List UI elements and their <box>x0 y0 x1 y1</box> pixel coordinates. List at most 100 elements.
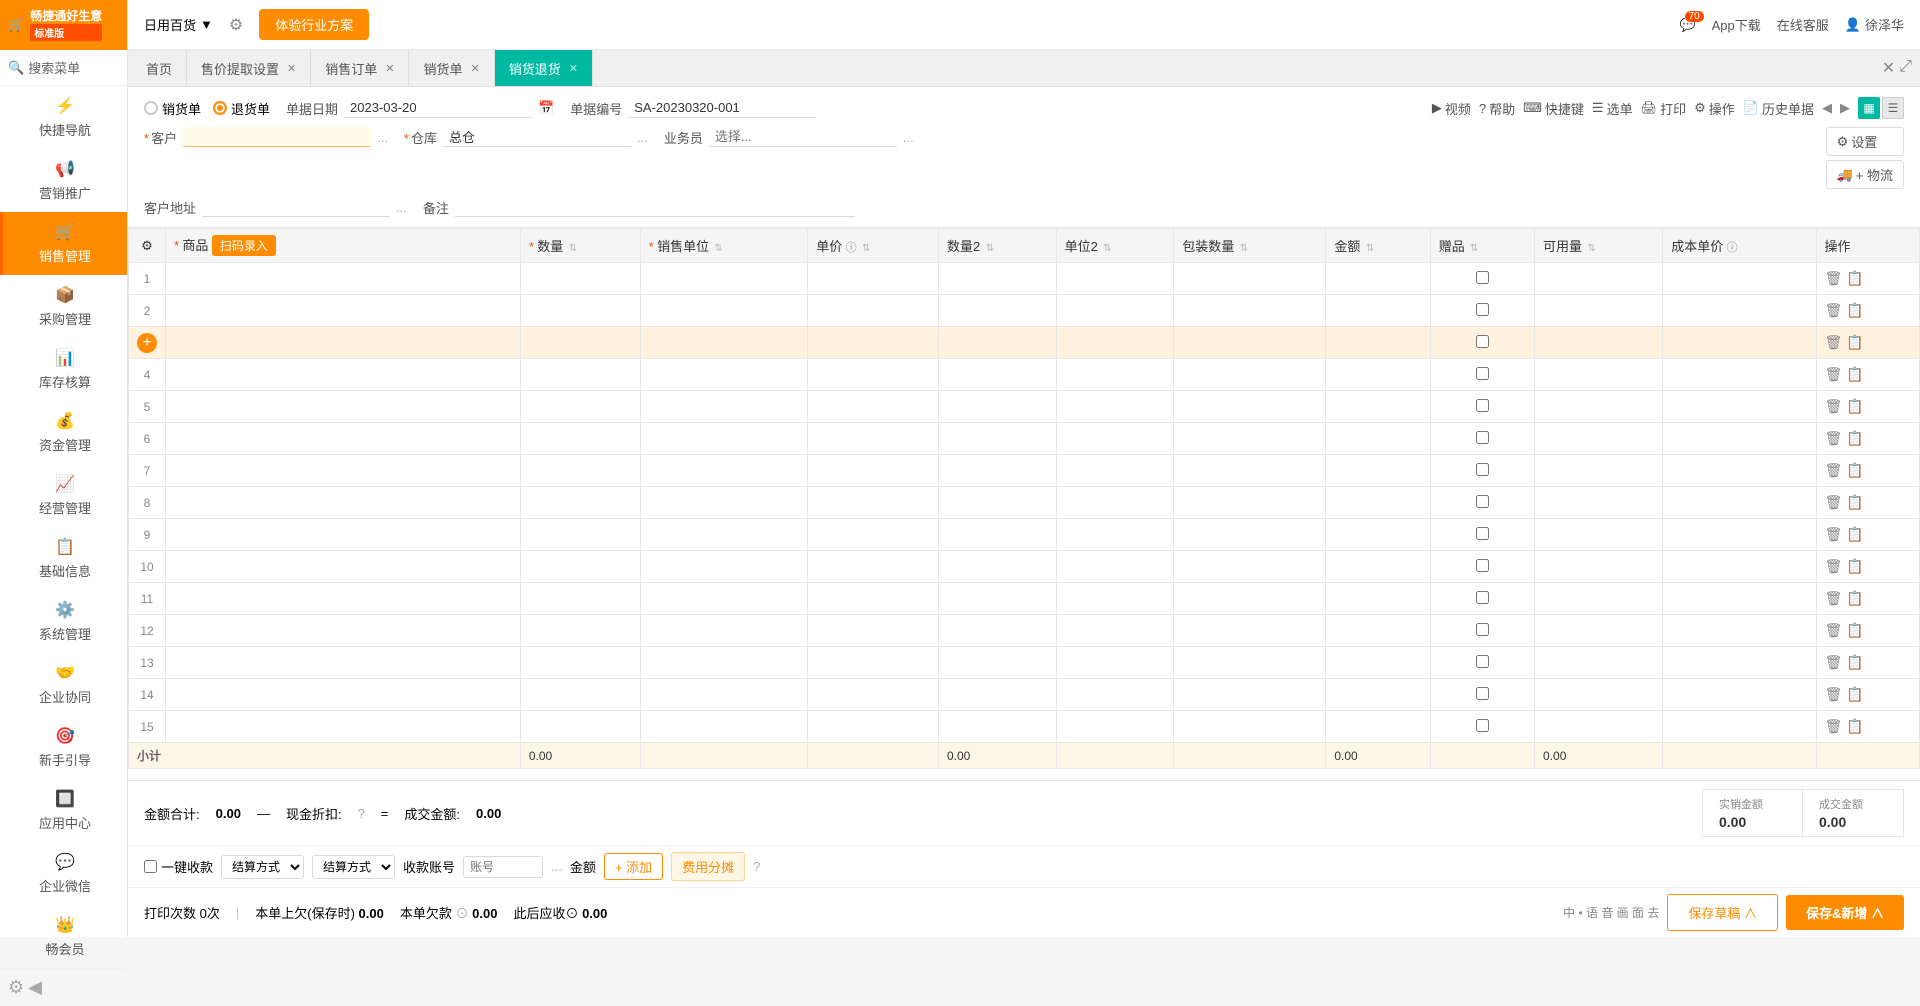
cost-cell[interactable] <box>1663 327 1816 359</box>
sidebar-item-wechat[interactable]: 💬 企业微信 <box>0 842 127 905</box>
sidebar-item-operations[interactable]: 📈 经营管理 <box>0 464 127 527</box>
help-btn[interactable]: ? 帮助 <box>1479 99 1515 118</box>
tab-close-icon[interactable]: ✕ <box>385 62 394 75</box>
settle-method-select[interactable]: 结算方式 <box>221 855 304 879</box>
copy-row-btn[interactable]: 📋 <box>1846 590 1863 607</box>
doc-num-input[interactable] <box>628 98 816 118</box>
price-cell[interactable] <box>808 263 939 295</box>
qty-cell[interactable] <box>520 327 640 359</box>
tab-close-icon[interactable]: ✕ <box>287 62 296 75</box>
add-row-btn[interactable]: + <box>137 333 157 353</box>
nav-selector[interactable]: 日用百货 ▼ <box>144 15 213 34</box>
print-btn[interactable]: 🖨 打印 <box>1641 99 1687 118</box>
copy-row-btn[interactable]: 📋 <box>1846 526 1863 543</box>
delete-row-btn[interactable]: 🗑 <box>1825 654 1843 671</box>
notification-btn[interactable]: 💬 70 <box>1679 17 1695 33</box>
sidebar-item-quick-nav[interactable]: ⚡ 快捷导航 <box>0 86 127 149</box>
sidebar-item-basic[interactable]: 📋 基础信息 <box>0 527 127 590</box>
delete-row-btn[interactable]: 🗑 <box>1825 526 1843 543</box>
gift-checkbox[interactable] <box>1476 271 1489 284</box>
prev-icon[interactable]: ◀ <box>1822 100 1832 116</box>
next-icon[interactable]: ▶ <box>1840 100 1850 116</box>
copy-row-btn[interactable]: 📋 <box>1846 718 1863 735</box>
unit-cell[interactable] <box>640 295 808 327</box>
copy-row-btn[interactable]: 📋 <box>1846 558 1863 575</box>
qty2-cell[interactable] <box>938 263 1056 295</box>
save-new-btn[interactable]: 保存&新增 ∧ <box>1786 895 1904 930</box>
copy-row-btn[interactable]: 📋 <box>1846 366 1863 383</box>
sidebar-item-system[interactable]: ⚙️ 系统管理 <box>0 590 127 653</box>
sidebar-item-enterprise[interactable]: 🤝 企业协同 <box>0 653 127 716</box>
pkg-qty-cell[interactable] <box>1174 327 1326 359</box>
qty2-cell[interactable] <box>938 327 1056 359</box>
available-cell[interactable] <box>1535 327 1663 359</box>
qty-cell[interactable] <box>520 295 640 327</box>
qty2-cell[interactable] <box>938 295 1056 327</box>
unit2-cell[interactable] <box>1056 263 1174 295</box>
settings-icon[interactable]: ⚙ <box>8 977 24 998</box>
delete-row-btn[interactable]: 🗑 <box>1825 430 1843 447</box>
calendar-icon[interactable]: 📅 <box>538 100 554 116</box>
sidebar-item-marketing[interactable]: 📢 营销推广 <box>0 149 127 212</box>
amount-cell[interactable] <box>1326 295 1430 327</box>
select-order-btn[interactable]: ☰ 选单 <box>1592 99 1633 118</box>
online-service-link[interactable]: 在线客服 <box>1777 15 1829 34</box>
scan-btn[interactable]: 扫码录入 <box>212 235 276 256</box>
one-click-checkbox[interactable] <box>144 860 157 873</box>
tab-home[interactable]: 首页 <box>132 50 187 86</box>
address-dots[interactable]: ... <box>396 200 407 215</box>
radio-sales[interactable]: 销货单 <box>144 99 201 118</box>
copy-row-btn[interactable]: 📋 <box>1846 494 1863 511</box>
video-btn[interactable]: ▶ 视频 <box>1432 99 1471 118</box>
copy-row-btn[interactable]: 📋 <box>1846 430 1863 447</box>
tab-close-icon[interactable]: ✕ <box>471 62 480 75</box>
sort-icon[interactable]: ⇅ <box>714 243 722 254</box>
delete-row-btn[interactable]: 🗑 <box>1825 334 1843 351</box>
shortcut-btn[interactable]: ⌨ 快捷键 <box>1523 99 1584 118</box>
cost-cell[interactable] <box>1663 263 1816 295</box>
copy-row-btn[interactable]: 📋 <box>1846 270 1863 287</box>
gift-checkbox[interactable] <box>1476 335 1489 348</box>
account-dots[interactable]: ... <box>551 859 562 874</box>
remark-input[interactable] <box>455 197 855 217</box>
tab-sales-delivery[interactable]: 销货单 ✕ <box>409 50 494 86</box>
amount-cell[interactable] <box>1326 263 1430 295</box>
unit2-cell[interactable] <box>1056 327 1174 359</box>
warehouse-dots[interactable]: ... <box>637 130 648 145</box>
customer-dots[interactable]: ... <box>377 130 388 145</box>
radio-return[interactable]: 退货单 <box>213 99 270 118</box>
grid-view-btn[interactable]: ▦ <box>1858 97 1880 119</box>
sidebar-item-finance[interactable]: 💰 资金管理 <box>0 401 127 464</box>
history-btn[interactable]: 📄 历史单据 <box>1743 99 1814 118</box>
customer-input[interactable] <box>183 127 371 147</box>
experience-btn[interactable]: 体验行业方案 <box>259 9 369 40</box>
date-input[interactable] <box>344 98 532 118</box>
unit2-cell[interactable] <box>1056 295 1174 327</box>
goods-cell[interactable] <box>166 295 521 327</box>
close-tab-icon[interactable]: ✕ <box>1882 58 1895 78</box>
logistics-btn[interactable]: 🚚 + 物流 <box>1826 160 1904 189</box>
delete-row-btn[interactable]: 🗑 <box>1825 494 1843 511</box>
unit-cell[interactable] <box>640 327 808 359</box>
calc-method-select[interactable]: 结算方式 <box>312 855 395 879</box>
copy-row-btn[interactable]: 📋 <box>1846 654 1863 671</box>
copy-row-btn[interactable]: 📋 <box>1846 398 1863 415</box>
sort-icon[interactable]: ⇅ <box>986 243 994 254</box>
sort-icon[interactable]: ⇅ <box>1470 243 1478 254</box>
one-click-payment-checkbox[interactable]: 一键收款 <box>144 857 213 876</box>
goods-cell[interactable] <box>166 263 521 295</box>
sort-icon[interactable]: ⇅ <box>1366 243 1374 254</box>
salesperson-dots[interactable]: ... <box>903 130 914 145</box>
collapse-icon[interactable]: ◀ <box>28 977 42 998</box>
sidebar-search[interactable]: 🔍 搜索菜单 <box>0 50 127 86</box>
sidebar-item-purchase[interactable]: 📦 采购管理 <box>0 275 127 338</box>
pkg-qty-cell[interactable] <box>1174 295 1326 327</box>
address-input[interactable] <box>202 197 390 217</box>
price-cell[interactable] <box>808 327 939 359</box>
delete-row-btn[interactable]: 🗑 <box>1825 718 1843 735</box>
amount-cell[interactable] <box>1326 327 1430 359</box>
tab-price-setup[interactable]: 售价提取设置 ✕ <box>187 50 311 86</box>
settings-btn[interactable]: ⚙ 设置 <box>1826 127 1904 156</box>
price-cell[interactable] <box>808 295 939 327</box>
copy-row-btn[interactable]: 📋 <box>1846 686 1863 703</box>
